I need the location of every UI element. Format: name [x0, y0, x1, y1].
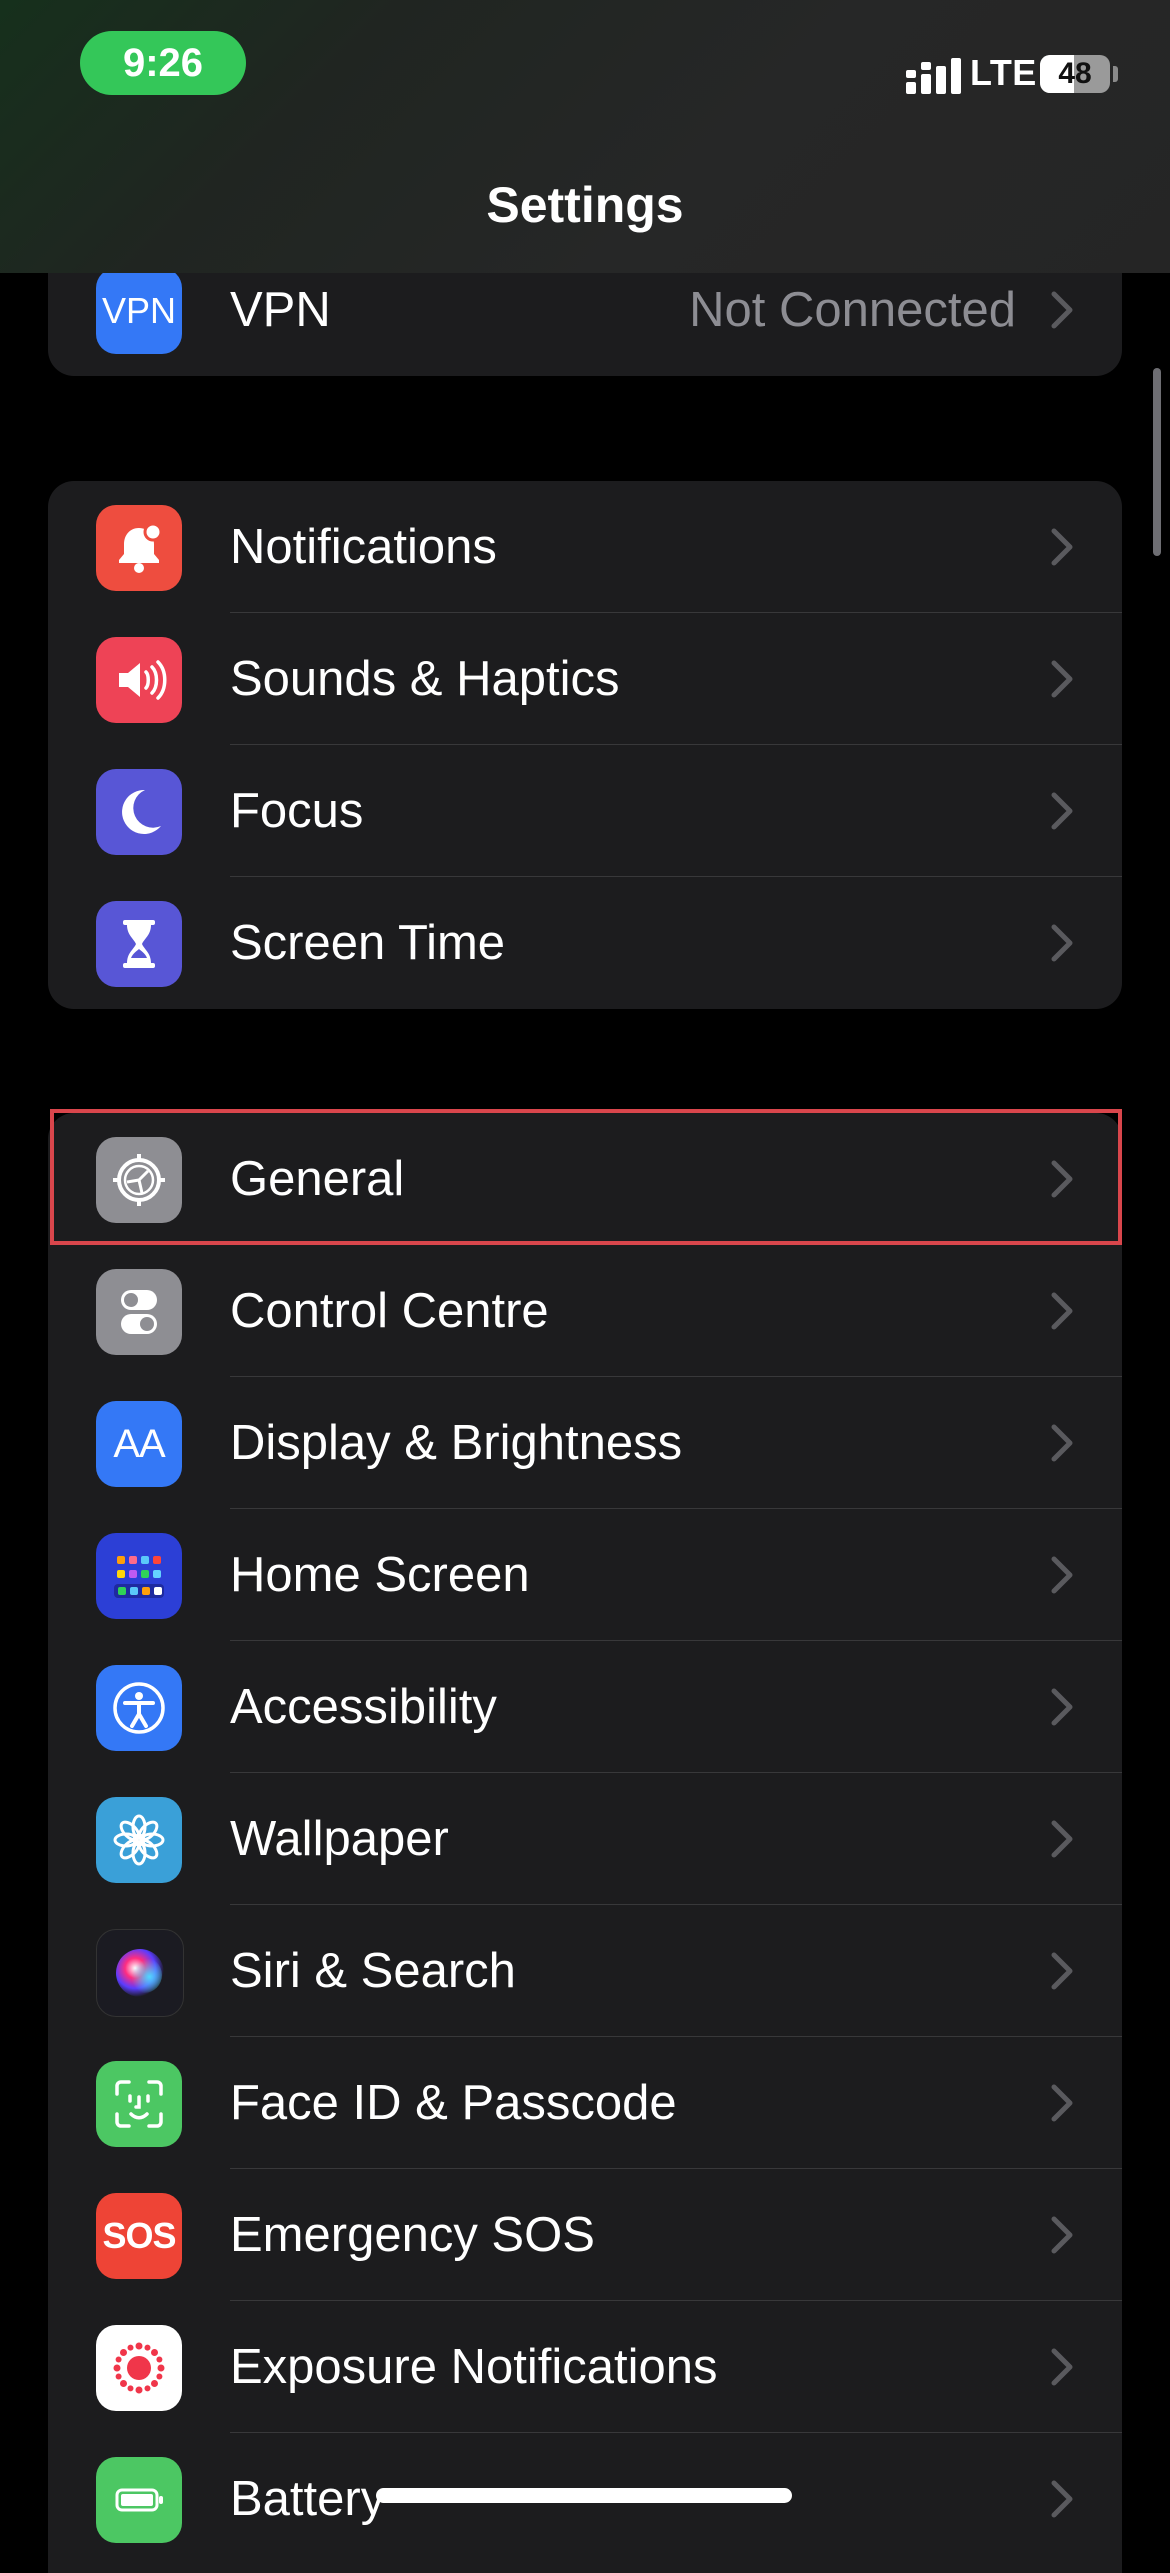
chevron-right-icon	[1051, 1820, 1073, 1858]
settings-row-accessibility[interactable]: Accessibility	[48, 1641, 1122, 1773]
row-label: Focus	[230, 784, 364, 838]
sos-icon-text: SOS	[102, 2215, 176, 2256]
app-grid-icon	[96, 1533, 182, 1619]
sos-icon: SOS	[96, 2193, 182, 2279]
row-value: Not Connected	[689, 283, 1016, 337]
settings-row-screen-time[interactable]: Screen Time	[48, 877, 1122, 1009]
exposure-icon	[96, 2325, 182, 2411]
settings-row-home-screen[interactable]: Home Screen	[48, 1509, 1122, 1641]
settings-row-exposure[interactable]: Exposure Notifications	[48, 2301, 1122, 2433]
row-label: Notifications	[230, 520, 497, 574]
row-label: Sounds & Haptics	[230, 652, 620, 706]
chevron-right-icon	[1051, 924, 1073, 962]
chevron-right-icon	[1051, 2216, 1073, 2254]
home-indicator[interactable]	[376, 2488, 792, 2503]
row-label: Wallpaper	[230, 1812, 449, 1866]
row-label: Emergency SOS	[230, 2208, 595, 2262]
row-label: Face ID & Passcode	[230, 2076, 677, 2130]
bell-icon	[96, 505, 182, 591]
row-label: Battery	[230, 2472, 386, 2526]
row-label: Display & Brightness	[230, 1416, 683, 1470]
settings-row-control-centre[interactable]: Control Centre	[48, 1245, 1122, 1377]
chevron-right-icon	[1051, 1424, 1073, 1462]
battery-icon	[96, 2457, 182, 2543]
flower-icon	[96, 1797, 182, 1883]
speaker-icon	[96, 637, 182, 723]
text-size-icon: AA	[96, 1401, 182, 1487]
time-pill[interactable]: 9:26	[80, 31, 246, 95]
toggles-icon	[96, 1269, 182, 1355]
signal-strength-icon	[906, 58, 961, 94]
row-label: Siri & Search	[230, 1944, 516, 1998]
page-title: Settings	[486, 177, 684, 233]
row-label: VPN	[230, 283, 331, 337]
notifications-group: Notifications Sounds & Haptics Focus Scr…	[48, 481, 1122, 1009]
status-nav-bar: 9:26 LTE 48 Settings	[0, 0, 1170, 273]
network-type: LTE	[970, 52, 1037, 93]
status-time: 9:26	[122, 40, 204, 85]
row-label: Exposure Notifications	[230, 2340, 718, 2394]
battery-tip	[1113, 66, 1118, 82]
settings-row-display[interactable]: AA Display & Brightness	[48, 1377, 1122, 1509]
settings-row-face-id[interactable]: Face ID & Passcode	[48, 2037, 1122, 2169]
chevron-right-icon	[1051, 2084, 1073, 2122]
settings-row-focus[interactable]: Focus	[48, 745, 1122, 877]
gear-icon	[96, 1137, 182, 1223]
chevron-right-icon	[1051, 2348, 1073, 2386]
row-label: Control Centre	[230, 1284, 549, 1338]
scroll-indicator[interactable]	[1153, 368, 1161, 556]
row-label: Screen Time	[230, 916, 506, 970]
row-label: General	[230, 1152, 405, 1206]
vpn-icon: VPN	[96, 268, 182, 354]
chevron-right-icon	[1051, 1160, 1073, 1198]
chevron-right-icon	[1051, 291, 1073, 329]
vpn-icon-text: VPN	[101, 290, 177, 331]
chevron-right-icon	[1051, 1292, 1073, 1330]
moon-icon	[96, 769, 182, 855]
hourglass-icon	[96, 901, 182, 987]
face-id-icon	[96, 2061, 182, 2147]
settings-row-wallpaper[interactable]: Wallpaper	[48, 1773, 1122, 1905]
chevron-right-icon	[1051, 792, 1073, 830]
chevron-right-icon	[1051, 1556, 1073, 1594]
general-group: General Control Centre AA Display & Brig…	[48, 1113, 1122, 2573]
settings-row-notifications[interactable]: Notifications	[48, 481, 1122, 613]
battery-status-icon: 48	[1040, 55, 1110, 93]
settings-row-sos[interactable]: SOS Emergency SOS	[48, 2169, 1122, 2301]
settings-row-sounds[interactable]: Sounds & Haptics	[48, 613, 1122, 745]
siri-icon	[96, 1929, 184, 2017]
chevron-right-icon	[1051, 1952, 1073, 1990]
battery-level: 48	[1058, 57, 1092, 90]
accessibility-icon	[96, 1665, 182, 1751]
row-label: Accessibility	[230, 1680, 497, 1734]
settings-row-general[interactable]: General	[48, 1113, 1122, 1245]
chevron-right-icon	[1051, 660, 1073, 698]
row-label: Home Screen	[230, 1548, 530, 1602]
chevron-right-icon	[1051, 2480, 1073, 2518]
settings-row-siri[interactable]: Siri & Search	[48, 1905, 1122, 2037]
chevron-right-icon	[1051, 1688, 1073, 1726]
chevron-right-icon	[1051, 528, 1073, 566]
text-size-icon-text: AA	[113, 1421, 165, 1466]
